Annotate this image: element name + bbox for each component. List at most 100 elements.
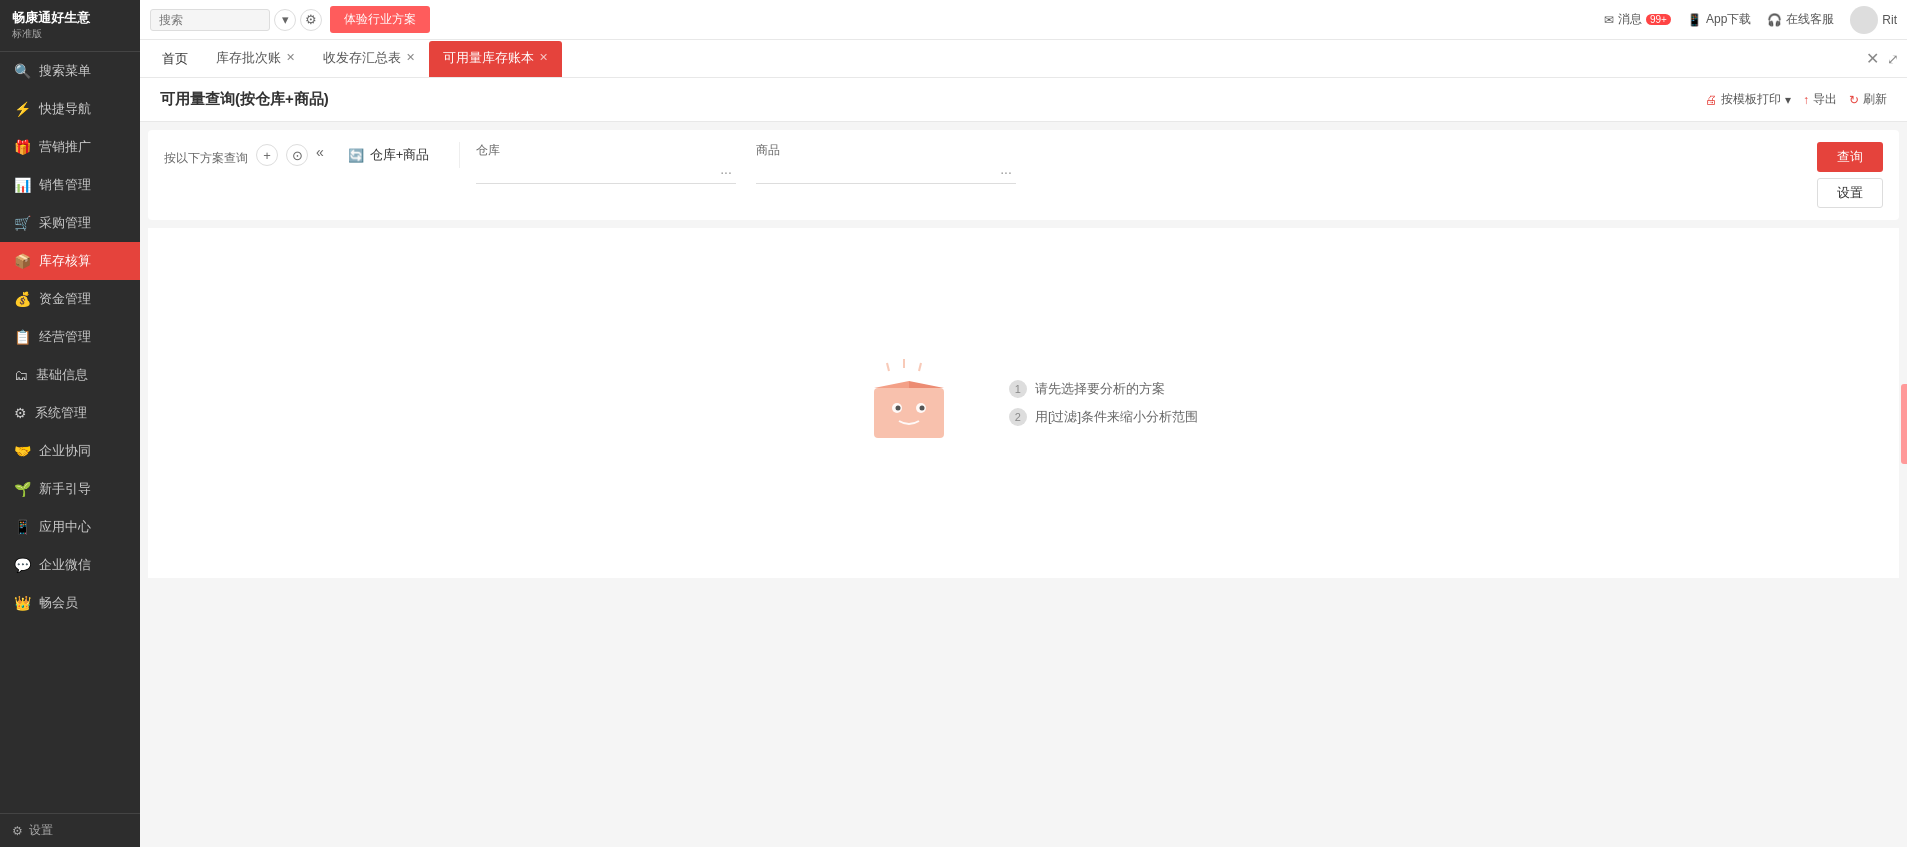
- gift-icon: 🎁: [14, 139, 31, 155]
- tab-label: 可用量库存账本: [443, 49, 534, 67]
- header-search-input[interactable]: [150, 9, 270, 31]
- warehouse-field: 仓库 ···: [476, 142, 736, 184]
- goods-input-wrapper: ···: [756, 161, 1016, 184]
- add-scheme-btn[interactable]: +: [256, 144, 278, 166]
- sidebar-item-operations[interactable]: 📋 经营管理: [0, 318, 140, 356]
- tab-close-icon[interactable]: ✕: [406, 51, 415, 64]
- query-actions: 查询 设置: [1809, 142, 1883, 208]
- empty-illustration: [849, 343, 969, 463]
- tab-available-qty[interactable]: 可用量库存账本 ✕: [429, 41, 562, 77]
- filter-label: 按以下方案查询: [164, 144, 248, 167]
- header-search-area: ▾ ⚙: [150, 9, 322, 31]
- query-btn[interactable]: 查询: [1817, 142, 1883, 172]
- sidebar-item-inventory[interactable]: 📦 库存核算: [0, 242, 140, 280]
- app-download-btn[interactable]: 📱 App下载: [1687, 11, 1751, 28]
- sidebar-item-purchase[interactable]: 🛒 采购管理: [0, 204, 140, 242]
- app-version: 标准版: [12, 27, 128, 41]
- tab-close-icon[interactable]: ✕: [539, 51, 548, 64]
- mobile-icon: 📱: [14, 519, 31, 535]
- user-avatar[interactable]: Rit: [1850, 6, 1897, 34]
- svg-point-6: [919, 406, 924, 411]
- sidebar-item-label: 搜索菜单: [39, 62, 91, 80]
- warehouse-input-wrapper: ···: [476, 161, 736, 184]
- online-service-btn[interactable]: 🎧 在线客服: [1767, 11, 1834, 28]
- filter-settings-btn[interactable]: 设置: [1817, 178, 1883, 208]
- empty-state: 1 请先选择要分析的方案 2 用[过滤]条件来缩小分析范围: [148, 228, 1899, 578]
- empty-tip-1: 1 请先选择要分析的方案: [1009, 380, 1198, 398]
- tab-collect-account[interactable]: 收发存汇总表 ✕: [309, 41, 429, 77]
- warehouse-input[interactable]: [480, 165, 716, 180]
- export-btn[interactable]: ↑ 导出: [1803, 91, 1837, 108]
- goods-label: 商品: [756, 142, 1016, 159]
- page-actions: 🖨 按模板打印 ▾ ↑ 导出 ↻ 刷新: [1705, 91, 1887, 108]
- scheme-label: 仓库+商品: [370, 146, 430, 164]
- handshake-icon: 🤝: [14, 443, 31, 459]
- user-name: Rit: [1882, 13, 1897, 27]
- headset-icon: 🎧: [1767, 13, 1782, 27]
- sidebar-item-label: 经营管理: [39, 328, 91, 346]
- tab-label: 收发存汇总表: [323, 49, 401, 67]
- sidebar-item-enterprise-coop[interactable]: 🤝 企业协同: [0, 432, 140, 470]
- sidebar-item-label: 新手引导: [39, 480, 91, 498]
- sidebar-item-marketing[interactable]: 🎁 营销推广: [0, 128, 140, 166]
- sidebar-item-label: 企业微信: [39, 556, 91, 574]
- sidebar-item-finance[interactable]: 💰 资金管理: [0, 280, 140, 318]
- header-right: ✉ 消息 99+ 📱 App下载 🎧 在线客服 Rit: [1604, 6, 1897, 34]
- sidebar-item-label: 应用中心: [39, 518, 91, 536]
- collapse-btn[interactable]: «: [316, 144, 324, 160]
- messages-badge: 99+: [1646, 14, 1671, 25]
- sidebar: 畅康通好生意 标准版 🔍 搜索菜单 ⚡ 快捷导航 🎁 营销推广 📊 销售管理 🛒…: [0, 0, 140, 847]
- refresh-btn[interactable]: ↻ 刷新: [1849, 91, 1887, 108]
- sidebar-bottom: ⚙ 设置: [0, 813, 140, 847]
- app-download-label: App下载: [1706, 11, 1751, 28]
- warehouse-more-btn[interactable]: ···: [720, 164, 732, 180]
- tab-home[interactable]: 首页: [148, 42, 202, 76]
- sidebar-item-basic-info[interactable]: 🗂 基础信息: [0, 356, 140, 394]
- svg-rect-0: [874, 388, 944, 438]
- tip-number-2: 2: [1009, 408, 1027, 426]
- goods-input[interactable]: [760, 165, 996, 180]
- messages-btn[interactable]: ✉ 消息 99+: [1604, 11, 1671, 28]
- print-template-btn[interactable]: 🖨 按模板打印 ▾: [1705, 91, 1791, 108]
- print-dropdown-icon[interactable]: ▾: [1785, 93, 1791, 107]
- tab-close-icon[interactable]: ✕: [286, 51, 295, 64]
- svg-point-5: [895, 406, 900, 411]
- lightning-icon: ⚡: [14, 101, 31, 117]
- goods-field: 商品 ···: [756, 142, 1016, 184]
- tab-batch-account[interactable]: 库存批次账 ✕: [202, 41, 309, 77]
- empty-tip-2: 2 用[过滤]条件来缩小分析范围: [1009, 408, 1198, 426]
- scheme-section: 按以下方案查询 + ⊙ «: [164, 142, 324, 167]
- sidebar-item-vip[interactable]: 👑 畅会员: [0, 584, 140, 622]
- sidebar-item-sales[interactable]: 📊 销售管理: [0, 166, 140, 204]
- sidebar-item-search[interactable]: 🔍 搜索菜单: [0, 52, 140, 90]
- settings-icon: ⚙: [12, 824, 23, 838]
- sidebar-item-shortcut[interactable]: ⚡ 快捷导航: [0, 90, 140, 128]
- sidebar-item-enterprise-wechat[interactable]: 💬 企业微信: [0, 546, 140, 584]
- sidebar-item-label: 企业协同: [39, 442, 91, 460]
- refresh-label: 刷新: [1863, 91, 1887, 108]
- tab-label: 库存批次账: [216, 49, 281, 67]
- page-title: 可用量查询(按仓库+商品): [160, 90, 329, 109]
- search-icon: 🔍: [14, 63, 31, 79]
- header-dropdown-btn[interactable]: ▾: [274, 9, 296, 31]
- sidebar-item-app-center[interactable]: 📱 应用中心: [0, 508, 140, 546]
- money-icon: 💰: [14, 291, 31, 307]
- goods-more-btn[interactable]: ···: [1000, 164, 1012, 180]
- scheme-warehouse-goods[interactable]: 🔄 仓库+商品: [340, 142, 447, 168]
- sidebar-item-label: 销售管理: [39, 176, 91, 194]
- manage-scheme-btn[interactable]: ⊙: [286, 144, 308, 166]
- sidebar-item-system[interactable]: ⚙ 系统管理: [0, 394, 140, 432]
- export-icon: ↑: [1803, 93, 1809, 107]
- tabs-close-all-btn[interactable]: ✕: [1866, 49, 1879, 68]
- refresh-icon: ↻: [1849, 93, 1859, 107]
- header-settings-btn[interactable]: ⚙: [300, 9, 322, 31]
- tip-number-1: 1: [1009, 380, 1027, 398]
- filter-row: 按以下方案查询 + ⊙ « 🔄 仓库+商品 仓库: [164, 142, 1883, 208]
- online-service-label: 在线客服: [1786, 11, 1834, 28]
- sidebar-item-onboarding[interactable]: 🌱 新手引导: [0, 470, 140, 508]
- messages-label: 消息: [1618, 11, 1642, 28]
- industry-solution-btn[interactable]: 体验行业方案: [330, 6, 430, 33]
- print-icon: 🖨: [1705, 93, 1717, 107]
- tabs-expand-btn[interactable]: ⤢: [1887, 49, 1899, 68]
- tip-text-2: 用[过滤]条件来缩小分析范围: [1035, 408, 1198, 426]
